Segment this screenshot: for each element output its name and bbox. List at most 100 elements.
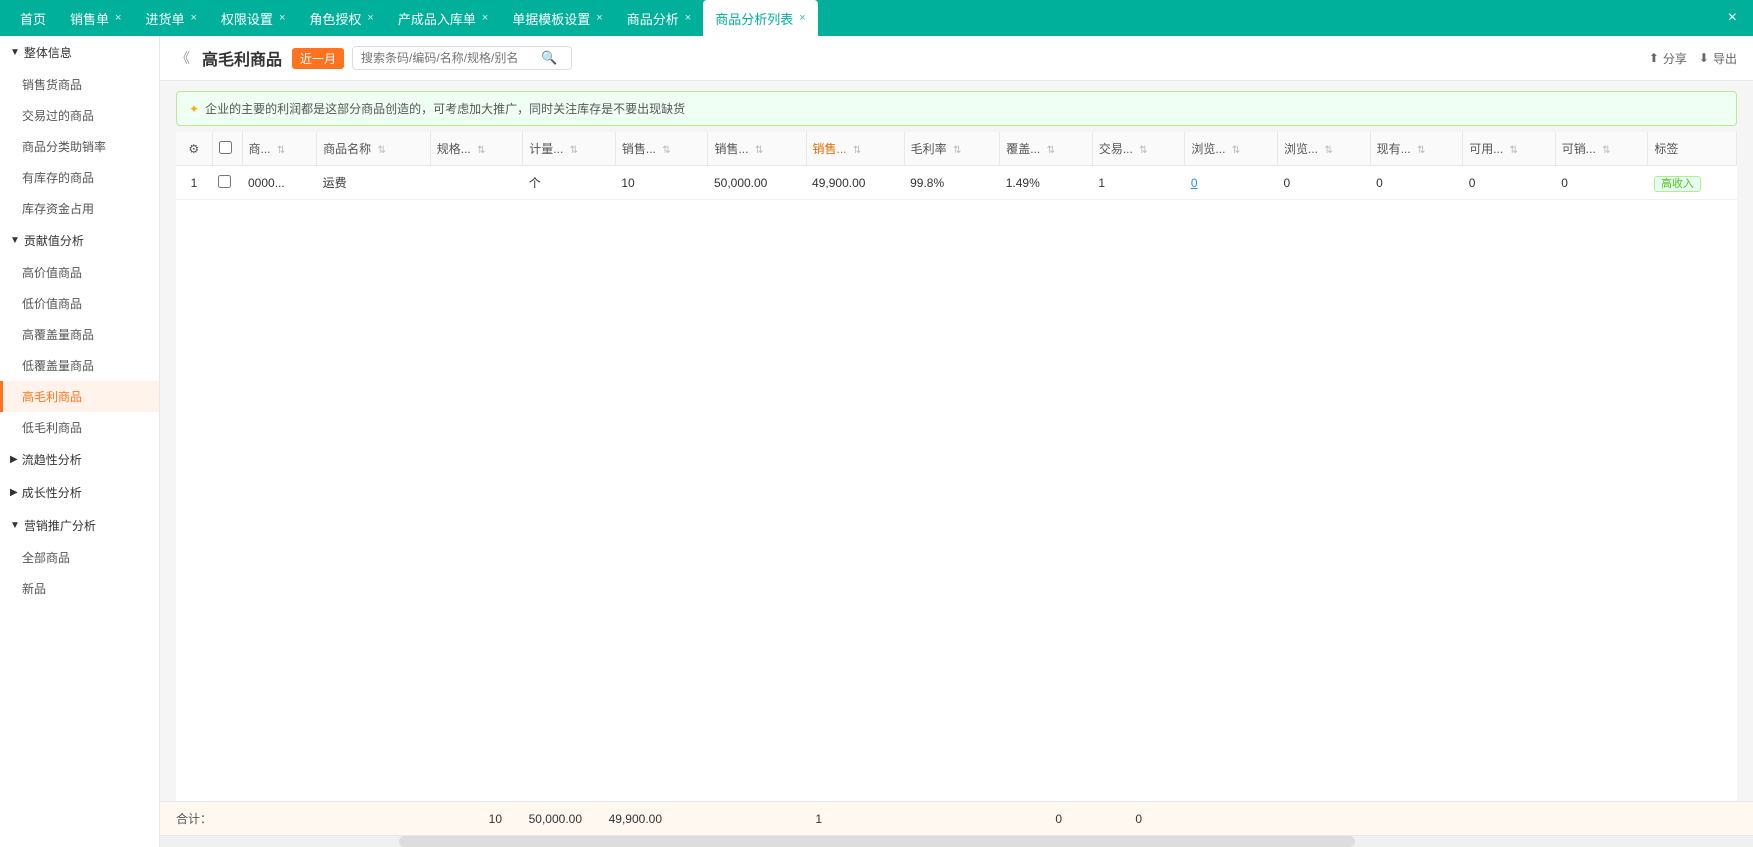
- col-sales-amt[interactable]: 销售... ⇅: [708, 132, 806, 166]
- sidebar-section-trend[interactable]: ▶ 流趋性分析: [0, 443, 159, 476]
- bottom-scrollbar[interactable]: [160, 835, 1753, 847]
- nav-template[interactable]: 单据模板设置 ×: [500, 0, 614, 36]
- top-nav: 首页 销售单 × 进货单 × 权限设置 × 角色授权 × 产成品入库单 × 单据…: [0, 0, 1753, 36]
- row-index: 1: [176, 166, 212, 200]
- footer-current-stock: 0: [988, 812, 1068, 826]
- nav-purchase-close[interactable]: ×: [190, 12, 196, 24]
- nav-product-in[interactable]: 产成品入库单 ×: [386, 0, 500, 36]
- nav-sales-close[interactable]: ×: [115, 12, 121, 24]
- tag-label: 高收入: [1654, 176, 1701, 192]
- nav-product-in-close[interactable]: ×: [482, 12, 488, 24]
- row-available-stock: 0: [1463, 166, 1556, 200]
- export-icon: ⬇: [1699, 51, 1709, 65]
- time-filter-btn[interactable]: 近一月: [292, 48, 344, 69]
- col-sales-profit[interactable]: 销售... ⇅: [806, 132, 904, 166]
- nav-product-analysis[interactable]: 商品分析 ×: [615, 0, 703, 36]
- row-unit: 个: [523, 166, 616, 200]
- sidebar-item-traded-goods[interactable]: 交易过的商品: [0, 100, 159, 131]
- col-name[interactable]: 商品名称 ⇅: [317, 132, 431, 166]
- nav-purchase[interactable]: 进货单 ×: [133, 0, 208, 36]
- sidebar-item-sales-goods[interactable]: 销售货商品: [0, 69, 159, 100]
- row-sales-qty: 10: [615, 166, 708, 200]
- col-gross-margin[interactable]: 毛利率 ⇅: [904, 132, 1000, 166]
- share-btn[interactable]: ⬆ 分享: [1649, 50, 1687, 67]
- col-spec[interactable]: 规格... ⇅: [430, 132, 523, 166]
- col-transactions[interactable]: 交易... ⇅: [1092, 132, 1185, 166]
- sidebar-item-in-stock[interactable]: 有库存的商品: [0, 162, 159, 193]
- row-views2: 0: [1278, 166, 1371, 200]
- table-row: 1 0000... 运费 个 10 50,000.00 49,900.00 99…: [176, 166, 1737, 200]
- row-gross-margin: 99.8%: [904, 166, 1000, 200]
- select-all-checkbox[interactable]: [219, 141, 232, 154]
- sidebar-section-overall[interactable]: ▼ 整体信息: [0, 36, 159, 69]
- col-views1[interactable]: 浏览... ⇅: [1185, 132, 1278, 166]
- col-checkbox: [212, 132, 242, 166]
- sidebar-item-stock-funds[interactable]: 库存资金占用: [0, 193, 159, 224]
- search-icon[interactable]: 🔍: [541, 50, 557, 66]
- views1-link[interactable]: 0: [1191, 176, 1198, 190]
- section-arrow-trend: ▶: [10, 454, 18, 465]
- nav-role[interactable]: 角色授权 ×: [297, 0, 385, 36]
- section-arrow-overall: ▼: [10, 47, 20, 58]
- nav-role-close[interactable]: ×: [367, 12, 373, 24]
- export-btn[interactable]: ⬇ 导出: [1699, 50, 1737, 67]
- row-spec: [430, 166, 523, 200]
- sidebar-item-high-coverage[interactable]: 高覆盖量商品: [0, 319, 159, 350]
- nav-product-analysis-list-close[interactable]: ×: [799, 12, 805, 24]
- section-label-growth: 成长性分析: [22, 484, 82, 501]
- nav-product-analysis-close[interactable]: ×: [685, 12, 691, 24]
- col-code[interactable]: 商... ⇅: [242, 132, 317, 166]
- col-current-stock[interactable]: 现有... ⇅: [1370, 132, 1463, 166]
- sidebar-item-category-rate[interactable]: 商品分类助销率: [0, 131, 159, 162]
- footer-available-stock: 0: [1068, 812, 1148, 826]
- search-input[interactable]: [361, 51, 541, 65]
- section-label-marketing: 营销推广分析: [24, 517, 96, 534]
- section-arrow-growth: ▶: [10, 487, 18, 498]
- nav-permission-close[interactable]: ×: [279, 12, 285, 24]
- sidebar-item-high-value[interactable]: 高价值商品: [0, 257, 159, 288]
- section-label-overall: 整体信息: [24, 44, 72, 61]
- nav-sales[interactable]: 销售单 ×: [58, 0, 133, 36]
- sidebar-item-high-margin[interactable]: 高毛利商品: [0, 381, 159, 412]
- collapse-sidebar-btn[interactable]: 《: [176, 48, 190, 68]
- row-select-checkbox[interactable]: [218, 175, 231, 188]
- footer-sales-amt: 50,000.00: [508, 812, 588, 826]
- sidebar-item-low-margin[interactable]: 低毛利商品: [0, 412, 159, 443]
- footer-sales-qty: 10: [428, 812, 508, 826]
- col-sales-qty[interactable]: 销售... ⇅: [615, 132, 708, 166]
- footer-label: 合计：: [176, 810, 212, 827]
- info-text: 企业的主要的利润都是这部分商品创造的，可考虑加大推广，同时关注库存是不要出现缺货: [205, 100, 685, 117]
- nav-home[interactable]: 首页: [8, 0, 58, 36]
- page-title: 高毛利商品: [202, 46, 282, 70]
- tip-icon: ✦: [189, 102, 199, 116]
- col-unit[interactable]: 计量... ⇅: [523, 132, 616, 166]
- col-tag: 标签: [1648, 132, 1737, 166]
- data-table: ⚙ 商... ⇅ 商品名称 ⇅ 规格... ⇅ 计量... ⇅ 销售... ⇅ …: [176, 132, 1737, 200]
- sidebar-item-all-goods[interactable]: 全部商品: [0, 542, 159, 573]
- col-settings[interactable]: ⚙: [176, 132, 212, 166]
- nav-product-analysis-list[interactable]: 商品分析列表 ×: [703, 0, 817, 36]
- nav-template-close[interactable]: ×: [596, 12, 602, 24]
- scrollbar-thumb: [399, 836, 1355, 847]
- sidebar-section-marketing[interactable]: ▼ 营销推广分析: [0, 509, 159, 542]
- section-label-contribution: 贡献值分析: [24, 232, 84, 249]
- section-arrow-contribution: ▼: [10, 235, 20, 246]
- row-checkbox: [212, 166, 242, 200]
- sidebar-item-new-goods[interactable]: 新品: [0, 573, 159, 604]
- sidebar-section-contribution[interactable]: ▼ 贡献值分析: [0, 224, 159, 257]
- footer-sales-profit: 49,900.00: [588, 812, 668, 826]
- close-all-tabs[interactable]: ×: [1720, 9, 1745, 27]
- col-views2[interactable]: 浏览... ⇅: [1278, 132, 1371, 166]
- col-available-stock[interactable]: 可用... ⇅: [1463, 132, 1556, 166]
- sidebar-section-growth[interactable]: ▶ 成长性分析: [0, 476, 159, 509]
- share-icon: ⬆: [1649, 51, 1659, 65]
- col-sellable-stock[interactable]: 可销... ⇅: [1555, 132, 1648, 166]
- content-area: 《 高毛利商品 近一月 🔍 ⬆ 分享 ⬇ 导出 ✦ 企业的主要的利润都是这部: [160, 36, 1753, 847]
- nav-permission[interactable]: 权限设置 ×: [209, 0, 297, 36]
- content-header: 《 高毛利商品 近一月 🔍 ⬆ 分享 ⬇ 导出: [160, 36, 1753, 81]
- row-transactions: 1: [1092, 166, 1185, 200]
- footer-transactions: 1: [748, 812, 828, 826]
- sidebar-item-low-value[interactable]: 低价值商品: [0, 288, 159, 319]
- sidebar-item-low-coverage[interactable]: 低覆盖量商品: [0, 350, 159, 381]
- col-coverage[interactable]: 覆盖... ⇅: [1000, 132, 1093, 166]
